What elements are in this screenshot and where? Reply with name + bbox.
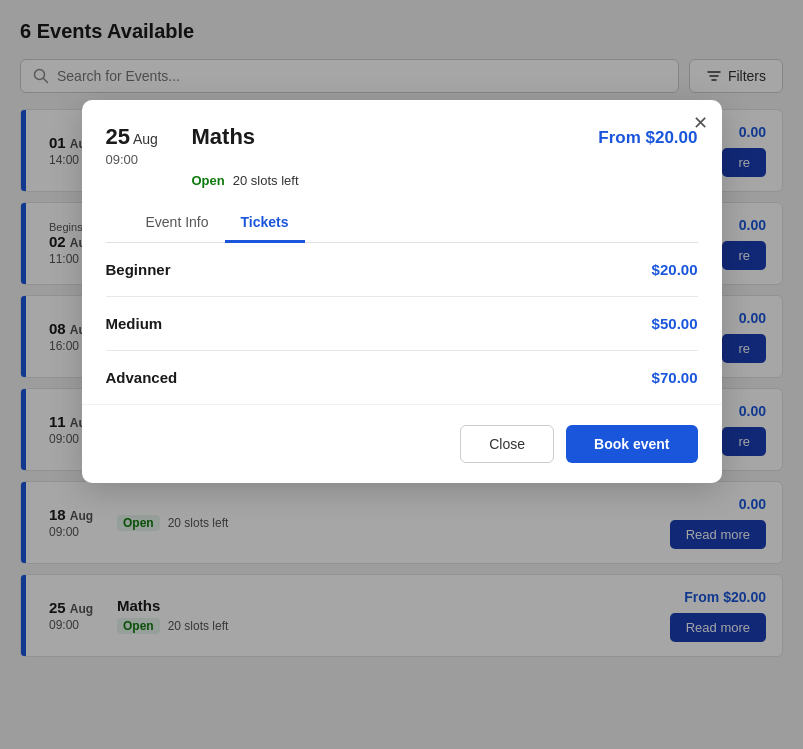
ticket-level: Medium [106, 315, 163, 332]
modal-date-block: 25 Aug 09:00 [106, 124, 176, 167]
ticket-price: $20.00 [652, 261, 698, 278]
ticket-row: Medium $50.00 [106, 297, 698, 351]
modal-event-name: Maths [176, 124, 599, 150]
book-event-button[interactable]: Book event [566, 425, 697, 463]
modal-title-row: 25 Aug 09:00 Maths From $20.00 [106, 124, 698, 167]
close-button[interactable]: Close [460, 425, 554, 463]
ticket-level: Advanced [106, 369, 178, 386]
modal-slots: 20 slots left [233, 173, 299, 188]
tab-tickets[interactable]: Tickets [225, 204, 305, 243]
modal-dialog: ✕ 25 Aug 09:00 Maths From $20.00 Open 20… [82, 100, 722, 483]
modal-footer: Close Book event [82, 404, 722, 483]
modal-tabs: Event Info Tickets [106, 204, 698, 243]
modal-price: From $20.00 [598, 128, 697, 148]
modal-body: Beginner $20.00 Medium $50.00 Advanced $… [82, 243, 722, 404]
modal-close-icon[interactable]: ✕ [693, 114, 708, 132]
ticket-row: Advanced $70.00 [106, 351, 698, 404]
modal-status-row: Open 20 slots left [106, 173, 698, 188]
ticket-price: $70.00 [652, 369, 698, 386]
page-container: 6 Events Available Filters 01 Aug 14:00 [0, 0, 803, 749]
tab-event-info[interactable]: Event Info [130, 204, 225, 243]
modal-header: ✕ 25 Aug 09:00 Maths From $20.00 Open 20… [82, 100, 722, 243]
modal-status-badge: Open [192, 173, 225, 188]
ticket-level: Beginner [106, 261, 171, 278]
modal-overlay: ✕ 25 Aug 09:00 Maths From $20.00 Open 20… [0, 0, 803, 749]
ticket-price: $50.00 [652, 315, 698, 332]
ticket-row: Beginner $20.00 [106, 243, 698, 297]
